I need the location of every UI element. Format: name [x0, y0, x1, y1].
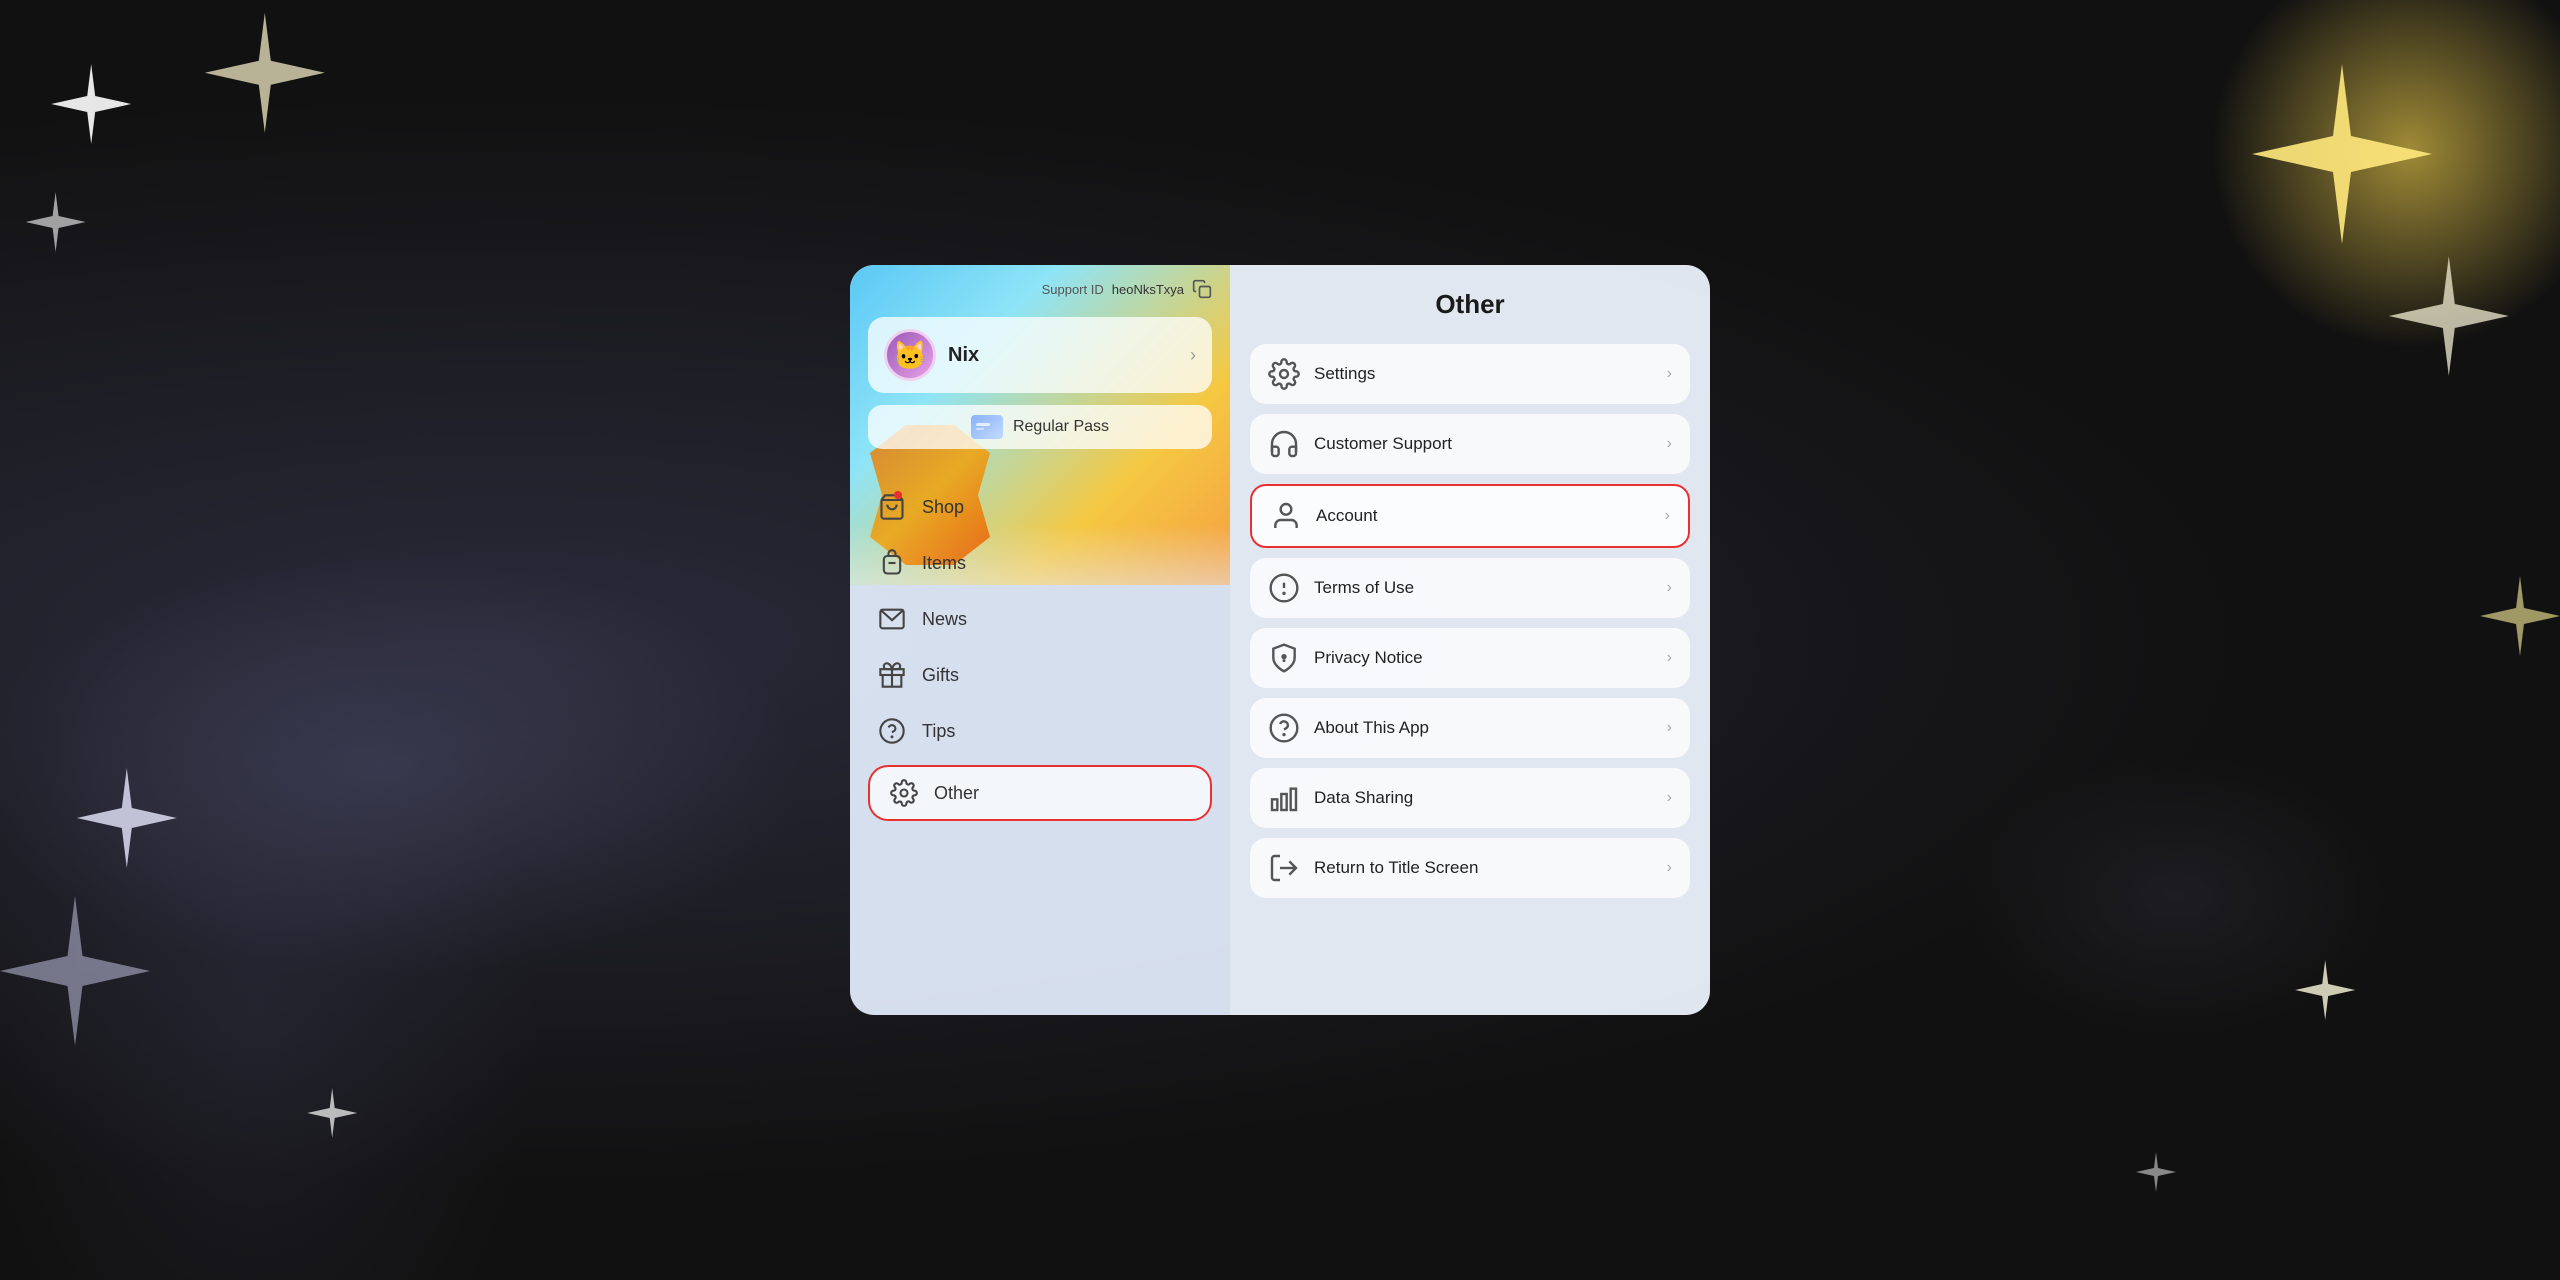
sparkle-icon: [0, 896, 150, 1046]
chevron-right-icon: ›: [1665, 507, 1670, 525]
sidebar-item-tips[interactable]: Tips: [850, 703, 1230, 759]
sparkle-icon: [307, 1088, 357, 1138]
menu-item-label: Data Sharing: [1314, 788, 1653, 808]
sparkle-icon: [2480, 576, 2560, 656]
gift-icon: [878, 661, 906, 689]
bag-icon: [878, 493, 906, 521]
sparkle-icon: [2136, 1152, 2176, 1192]
info-icon: [1268, 572, 1300, 604]
pass-icon: [971, 415, 1003, 439]
headset-icon: [1268, 428, 1300, 460]
sparkle-icon: [205, 13, 325, 133]
person-icon: [1270, 500, 1302, 532]
nav-section: Shop Items: [850, 469, 1230, 1015]
sidebar-item-label: Gifts: [922, 665, 959, 686]
gear-icon: [890, 779, 918, 807]
sidebar-item-label: News: [922, 609, 967, 630]
chevron-right-icon: ›: [1667, 435, 1672, 453]
pass-label: Regular Pass: [1013, 418, 1109, 436]
menu-item-about[interactable]: About This App ›: [1250, 698, 1690, 758]
menu-item-account[interactable]: Account ›: [1250, 484, 1690, 548]
sidebar-item-label: Other: [934, 783, 979, 804]
sparkle-icon: [77, 768, 177, 868]
panel-title: Other: [1250, 289, 1690, 320]
shield-icon: [1268, 642, 1300, 674]
chevron-right-icon: ›: [1667, 579, 1672, 597]
chevron-right-icon: ›: [1667, 859, 1672, 877]
question-circle-icon: [878, 717, 906, 745]
sidebar-item-gifts[interactable]: Gifts: [850, 647, 1230, 703]
regular-pass-button[interactable]: Regular Pass: [868, 405, 1212, 449]
sparkle-icon: [26, 192, 86, 252]
menu-item-data-sharing[interactable]: Data Sharing ›: [1250, 768, 1690, 828]
sidebar-item-label: Items: [922, 553, 966, 574]
menu-item-label: About This App: [1314, 718, 1653, 738]
backpack-icon: [878, 549, 906, 577]
left-content: Support ID heoNksTxya Nix ›: [850, 265, 1230, 1015]
menu-item-label: Customer Support: [1314, 434, 1653, 454]
sidebar-item-label: Shop: [922, 497, 964, 518]
sparkle-icon: [51, 64, 131, 144]
left-panel: Support ID heoNksTxya Nix ›: [850, 265, 1230, 1015]
menu-item-privacy[interactable]: Privacy Notice ›: [1250, 628, 1690, 688]
chevron-right-icon: ›: [1190, 345, 1196, 366]
profile-left: Nix: [884, 329, 979, 381]
sparkle-icon: [2295, 960, 2355, 1020]
sidebar-item-other[interactable]: Other: [868, 765, 1212, 821]
sidebar-item-news[interactable]: News: [850, 591, 1230, 647]
chart-icon: [1268, 782, 1300, 814]
glow-effect: [2210, 0, 2560, 350]
sidebar-item-label: Tips: [922, 721, 955, 742]
menu-list: Settings › Customer Support ›: [1250, 344, 1690, 991]
menu-item-return[interactable]: Return to Title Screen ›: [1250, 838, 1690, 898]
gear-icon: [1268, 358, 1300, 390]
chevron-right-icon: ›: [1667, 365, 1672, 383]
avatar: [884, 329, 936, 381]
support-label: Support ID: [1042, 282, 1104, 297]
question-circle-icon: [1268, 712, 1300, 744]
panels-container: Support ID heoNksTxya Nix ›: [850, 265, 1710, 1015]
envelope-icon: [878, 605, 906, 633]
chevron-right-icon: ›: [1667, 649, 1672, 667]
sidebar-item-shop[interactable]: Shop: [850, 479, 1230, 535]
menu-item-label: Account: [1316, 506, 1651, 526]
username: Nix: [948, 344, 979, 367]
menu-item-label: Terms of Use: [1314, 578, 1653, 598]
menu-item-label: Privacy Notice: [1314, 648, 1653, 668]
profile-row[interactable]: Nix ›: [868, 317, 1212, 393]
menu-item-label: Return to Title Screen: [1314, 858, 1653, 878]
menu-item-settings[interactable]: Settings ›: [1250, 344, 1690, 404]
support-id-bar: Support ID heoNksTxya: [850, 265, 1230, 309]
menu-item-label: Settings: [1314, 364, 1653, 384]
menu-item-customer-support[interactable]: Customer Support ›: [1250, 414, 1690, 474]
menu-item-terms[interactable]: Terms of Use ›: [1250, 558, 1690, 618]
support-id-value: heoNksTxya: [1112, 282, 1184, 297]
notification-dot: [894, 491, 902, 499]
exit-icon: [1268, 852, 1300, 884]
copy-icon[interactable]: [1192, 279, 1212, 299]
chevron-right-icon: ›: [1667, 719, 1672, 737]
sidebar-item-items[interactable]: Items: [850, 535, 1230, 591]
right-panel: Other Settings ›: [1230, 265, 1710, 1015]
chevron-right-icon: ›: [1667, 789, 1672, 807]
